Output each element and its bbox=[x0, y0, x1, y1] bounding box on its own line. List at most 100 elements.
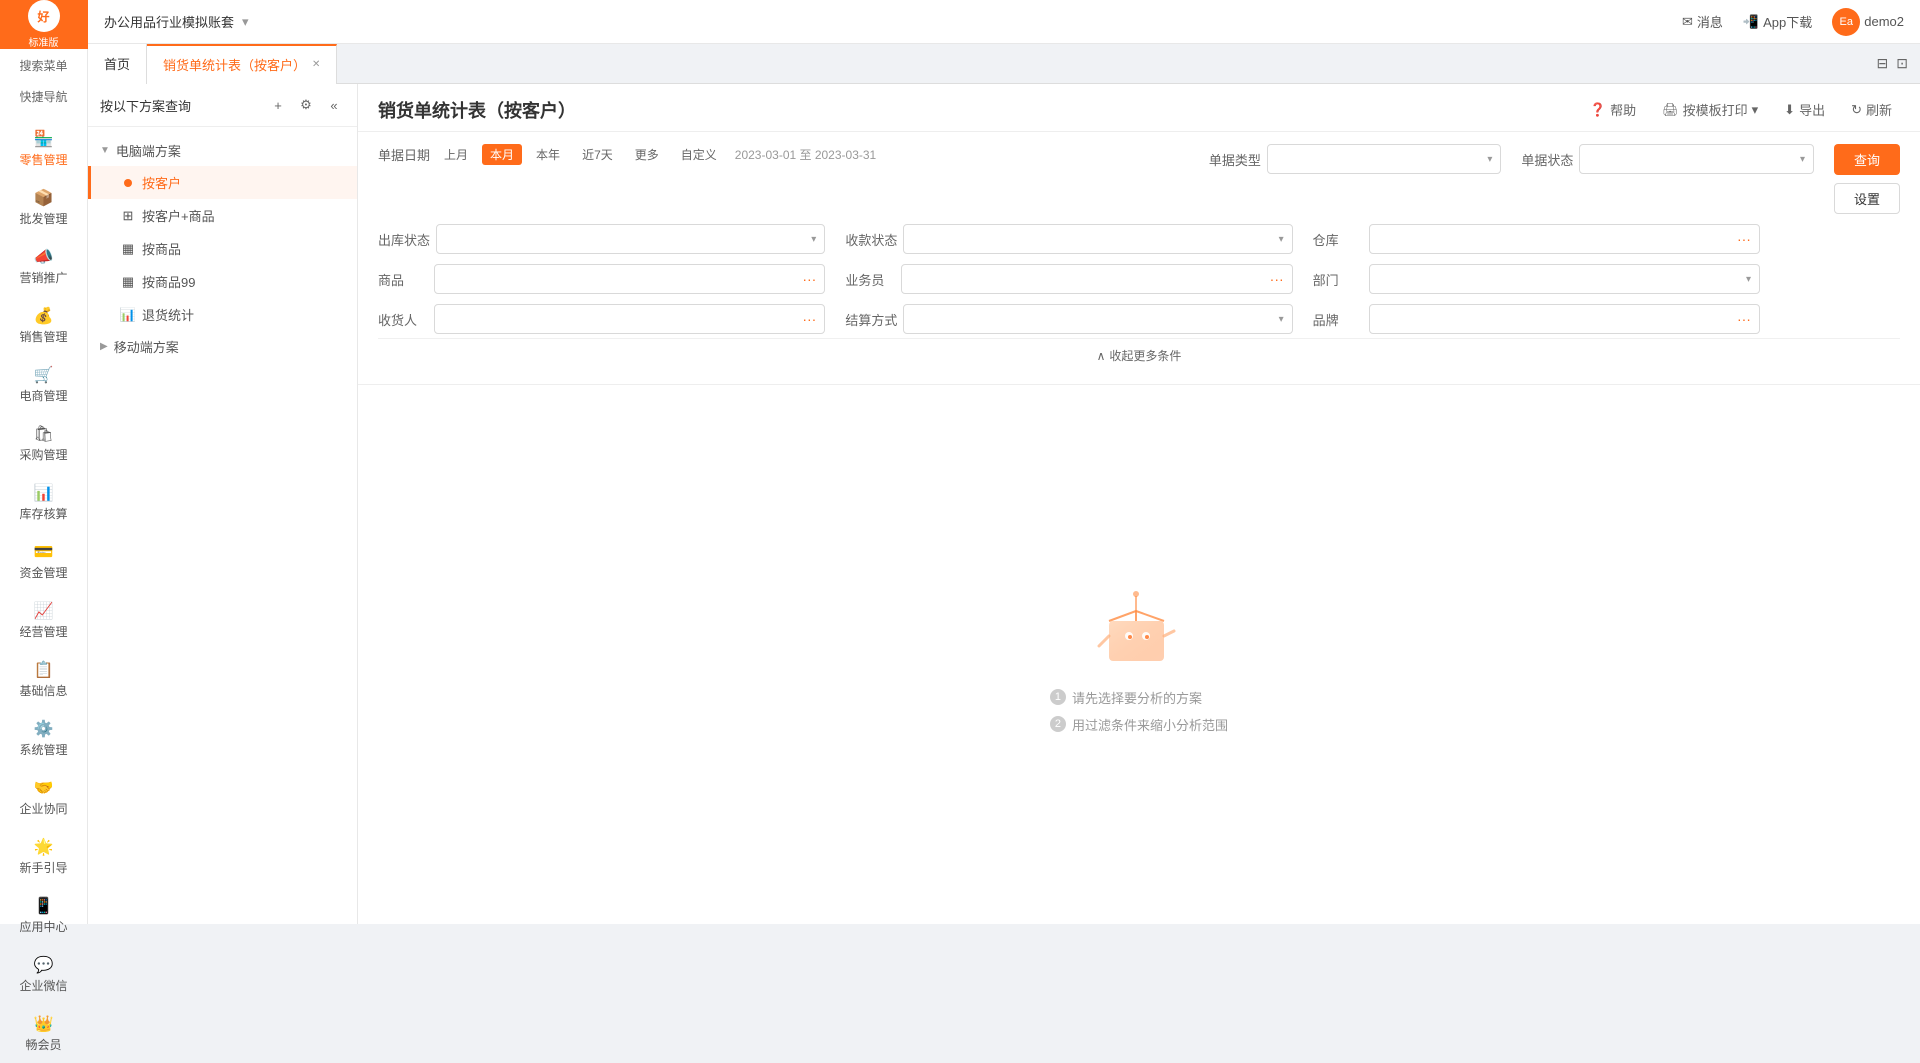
sidebar-item-wholesale[interactable]: 📦 批发管理 bbox=[0, 178, 87, 237]
by-customer-product-icon: ⊞ bbox=[120, 208, 136, 224]
sidebar-item-retail[interactable]: 🏪 零售管理 bbox=[0, 119, 87, 178]
tree-item-by-product-99[interactable]: ▦ 按商品99 bbox=[88, 265, 357, 298]
collapse-label: 收起更多条件 bbox=[1109, 347, 1181, 364]
sidebar-item-ecommerce[interactable]: 🛒 电商管理 bbox=[0, 355, 87, 414]
brand-dots: ··· bbox=[1737, 311, 1751, 327]
app-title-dropdown[interactable]: ▾ bbox=[242, 14, 249, 30]
order-status-select[interactable]: ▾ bbox=[1579, 144, 1814, 174]
return-stat-icon: 📊 bbox=[120, 307, 136, 323]
warehouse-select[interactable]: ··· bbox=[1369, 224, 1760, 254]
date-options: 上月 本月 本年 近7天 更多 自定义 2023-03-01 至 2023-03… bbox=[436, 144, 876, 165]
empty-state: 1 请先选择要分析的方案 2 用过滤条件来缩小分析范围 bbox=[358, 385, 1920, 924]
date-btn-last-month[interactable]: 上月 bbox=[436, 144, 476, 165]
help-button[interactable]: ❓ 帮助 bbox=[1582, 96, 1644, 123]
sidebar-item-purchase[interactable]: 🛍 采购管理 bbox=[0, 414, 87, 473]
settings-scheme-button[interactable]: ⚙ bbox=[295, 94, 317, 116]
tab-sales-stat[interactable]: 销货单统计表（按客户） ✕ bbox=[147, 44, 337, 84]
left-panel: 按以下方案查询 + ⚙ « ▼ 电脑端方案 按客户 bbox=[88, 84, 358, 924]
out-status-arrow: ▾ bbox=[811, 234, 816, 245]
date-btn-custom[interactable]: 自定义 bbox=[673, 144, 725, 165]
date-range-text: 2023-03-01 至 2023-03-31 bbox=[735, 146, 876, 163]
tree-item-return-stat[interactable]: 📊 退货统计 bbox=[88, 298, 357, 331]
sidebar-item-basic[interactable]: 📋 基础信息 bbox=[0, 650, 87, 709]
tab-close-button[interactable]: ✕ bbox=[312, 59, 320, 70]
user-profile-button[interactable]: Ea demo2 bbox=[1832, 8, 1904, 36]
refresh-button[interactable]: ↻ 刷新 bbox=[1843, 96, 1900, 123]
minimize-tab-icon[interactable]: ⊟ bbox=[1877, 55, 1889, 72]
tree-group-pc-header[interactable]: ▼ 电脑端方案 bbox=[88, 135, 357, 166]
tree-item-by-customer-product[interactable]: ⊞ 按客户+商品 bbox=[88, 199, 357, 232]
app-download-button[interactable]: 📲 App下载 bbox=[1743, 12, 1812, 31]
receiver-select[interactable]: ··· bbox=[434, 304, 825, 334]
order-status-label: 单据状态 bbox=[1521, 150, 1573, 169]
query-button[interactable]: 查询 bbox=[1834, 144, 1900, 175]
collapse-icon: ∧ bbox=[1097, 349, 1106, 363]
payment-method-select[interactable]: ▾ bbox=[903, 304, 1292, 334]
date-btn-this-year[interactable]: 本年 bbox=[528, 144, 568, 165]
by-customer-icon bbox=[120, 175, 136, 191]
tip2-text: 用过滤条件来缩小分析范围 bbox=[1072, 715, 1228, 734]
purchase-icon: 🛍 bbox=[33, 424, 53, 444]
date-btn-this-month[interactable]: 本月 bbox=[482, 144, 522, 165]
print-button[interactable]: 🖨 按模板打印 ▾ bbox=[1654, 96, 1766, 123]
add-scheme-button[interactable]: + bbox=[267, 94, 289, 116]
message-button[interactable]: ✉ 消息 bbox=[1682, 12, 1723, 31]
brand-select[interactable]: ··· bbox=[1369, 304, 1760, 334]
department-select[interactable]: ▾ bbox=[1369, 264, 1760, 294]
sidebar-item-inventory[interactable]: 📊 库存核算 bbox=[0, 473, 87, 532]
settings-button[interactable]: 设置 bbox=[1834, 183, 1900, 214]
brand-label: 品牌 bbox=[1313, 310, 1363, 329]
empty-state-illustration bbox=[1089, 576, 1189, 676]
print-icon: 🖨 bbox=[1662, 102, 1679, 118]
tree-group-arrow: ▼ bbox=[100, 145, 110, 156]
payment-status-arrow: ▾ bbox=[1279, 234, 1284, 245]
empty-tips: 1 请先选择要分析的方案 2 用过滤条件来缩小分析范围 bbox=[1050, 688, 1228, 734]
sidebar-item-marketing[interactable]: 📣 营销推广 bbox=[0, 237, 87, 296]
product-select[interactable]: ··· bbox=[434, 264, 825, 294]
order-status-arrow: ▾ bbox=[1800, 154, 1805, 165]
sidebar-item-system[interactable]: ⚙️ 系统管理 bbox=[0, 709, 87, 768]
return-stat-label: 退货统计 bbox=[142, 305, 194, 324]
download-icon: 📲 bbox=[1743, 14, 1759, 30]
appcenter-icon: 📱 bbox=[34, 896, 54, 916]
member-icon: 👑 bbox=[34, 1014, 54, 1034]
tab-home[interactable]: 首页 bbox=[88, 44, 147, 84]
maximize-tab-icon[interactable]: ⊡ bbox=[1896, 55, 1908, 72]
tree-group-mobile-header[interactable]: ▶ 移动端方案 bbox=[88, 331, 357, 362]
out-status-select[interactable]: ▾ bbox=[436, 224, 825, 254]
by-product-99-label: 按商品99 bbox=[142, 272, 195, 291]
collapse-filters-button[interactable]: ∧ 收起更多条件 bbox=[378, 338, 1900, 372]
sales-icon: 💰 bbox=[34, 306, 54, 326]
tree-group-mobile-arrow: ▶ bbox=[100, 341, 108, 352]
print-dropdown-icon: ▾ bbox=[1752, 102, 1759, 118]
department-arrow: ▾ bbox=[1746, 274, 1751, 285]
sidebar-item-newguide[interactable]: 🌟 新手引导 bbox=[0, 827, 87, 886]
salesperson-label: 业务员 bbox=[845, 270, 895, 289]
date-btn-7days[interactable]: 近7天 bbox=[574, 144, 621, 165]
payment-method-label: 结算方式 bbox=[845, 310, 897, 329]
tree-item-by-customer[interactable]: 按客户 bbox=[88, 166, 357, 199]
collapse-panel-button[interactable]: « bbox=[323, 94, 345, 116]
payment-status-select[interactable]: ▾ bbox=[903, 224, 1292, 254]
filter-area: 单据日期 上月 本月 本年 近7天 更多 自定义 2023-03-01 至 20… bbox=[358, 132, 1920, 385]
app-title: 办公用品行业模拟账套 bbox=[104, 12, 234, 31]
sidebar-item-sales[interactable]: 💰 销售管理 bbox=[0, 296, 87, 355]
app-logo[interactable]: 好 标准版 bbox=[0, 0, 88, 49]
sidebar-item-cooperation[interactable]: 🤝 企业协同 bbox=[0, 768, 87, 827]
sidebar-item-operation[interactable]: 📈 经营管理 bbox=[0, 591, 87, 650]
order-type-select[interactable]: ▾ bbox=[1267, 144, 1502, 174]
date-btn-more[interactable]: 更多 bbox=[627, 144, 667, 165]
content-area: 按以下方案查询 + ⚙ « ▼ 电脑端方案 按客户 bbox=[88, 84, 1920, 924]
sidebar-item-wechat[interactable]: 💬 企业微信 bbox=[0, 945, 87, 1004]
tree-item-by-product[interactable]: ▦ 按商品 bbox=[88, 232, 357, 265]
search-menu-button[interactable]: 搜索菜单 bbox=[0, 49, 87, 82]
top-header: 办公用品行业模拟账套 ▾ ✉ 消息 📲 App下载 Ea demo2 bbox=[88, 0, 1920, 44]
quick-nav-button[interactable]: 快捷导航 bbox=[0, 82, 87, 111]
date-label: 单据日期 bbox=[378, 145, 430, 164]
sidebar-item-appcenter[interactable]: 📱 应用中心 bbox=[0, 886, 87, 945]
export-button[interactable]: ⬇ 导出 bbox=[1776, 96, 1833, 123]
salesperson-select[interactable]: ··· bbox=[901, 264, 1292, 294]
main-wrapper: 办公用品行业模拟账套 ▾ ✉ 消息 📲 App下载 Ea demo2 首页 销货… bbox=[88, 0, 1920, 924]
sidebar-item-finance[interactable]: 💳 资金管理 bbox=[0, 532, 87, 591]
sidebar-item-member[interactable]: 👑 畅会员 bbox=[0, 1004, 87, 1063]
